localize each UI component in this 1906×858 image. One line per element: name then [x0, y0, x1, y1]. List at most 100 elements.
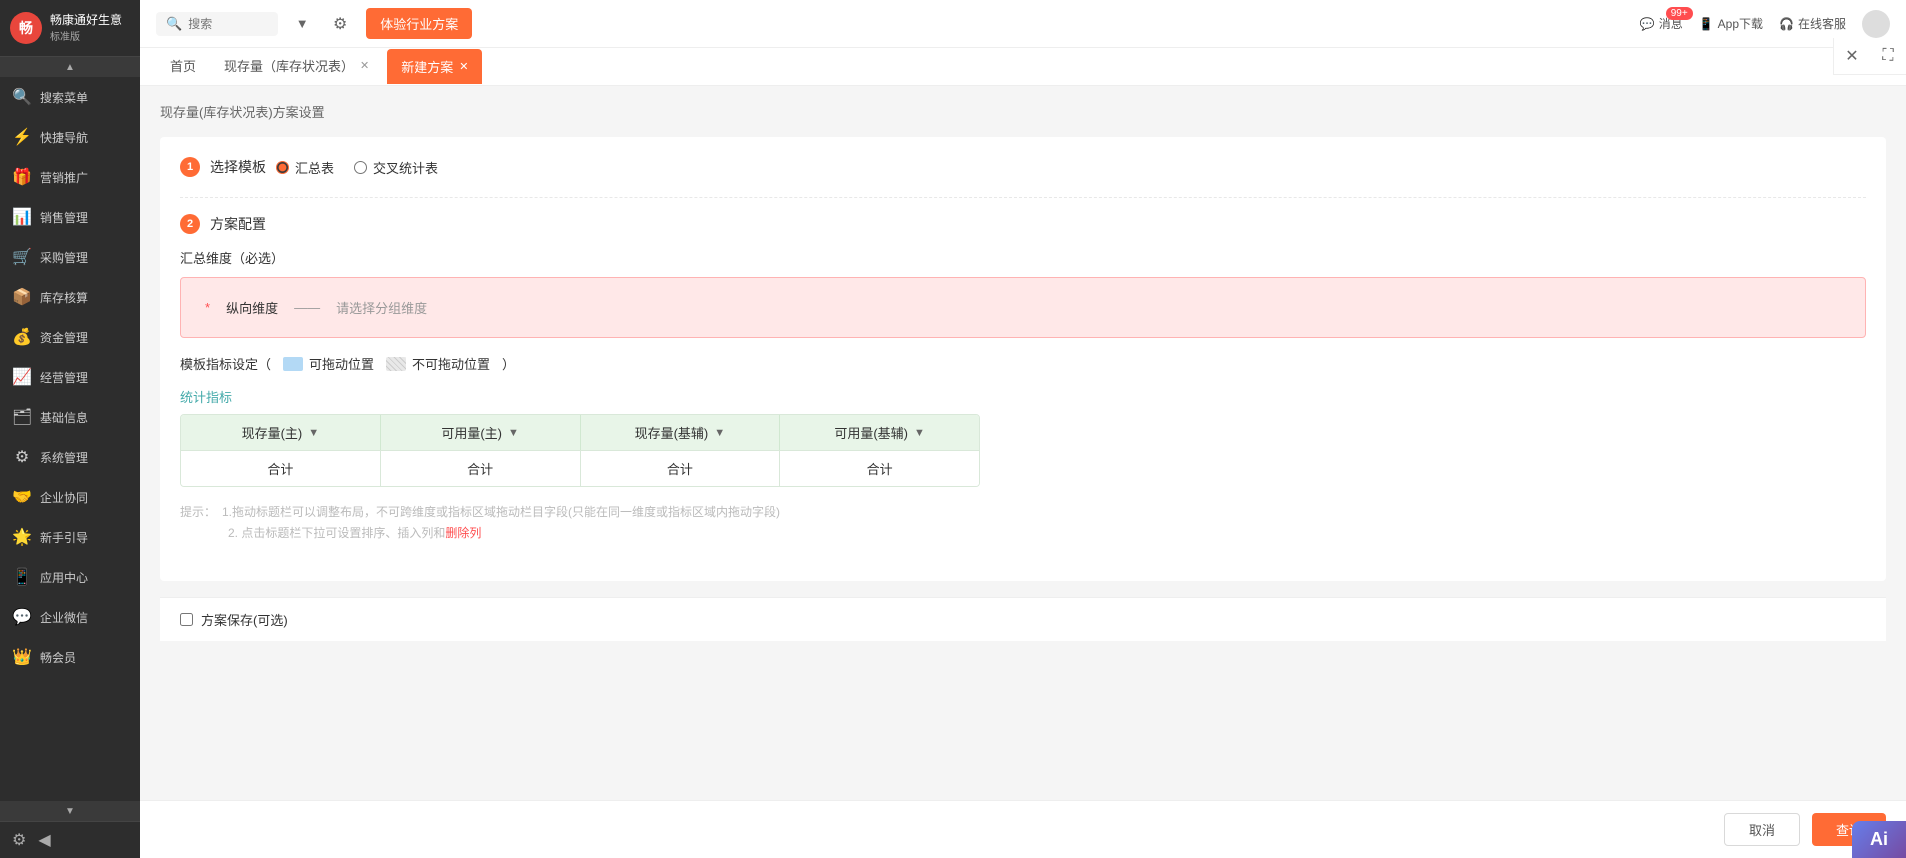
- tips-section: 提示： 1.拖动标题栏可以调整布局，不可跨维度或指标区域拖动栏目字段(只能在同一…: [180, 503, 1866, 541]
- save-checkbox-row: 方案保存(可选): [160, 597, 1886, 641]
- message-icon: 💬: [1640, 17, 1655, 31]
- stats-table: 现存量(主)▼可用量(主)▼现存量(基辅)▼可用量(基辅)▼ 合计合计合计合计: [180, 414, 980, 487]
- messages-btn[interactable]: 💬 消息 99+: [1640, 15, 1683, 32]
- save-checkbox[interactable]: [180, 613, 193, 626]
- step2-header: 2 方案配置: [180, 214, 1866, 234]
- indicator-prefix: 模板指标设定（: [180, 354, 271, 373]
- step1-header: 1 选择模板 汇总表 交叉统计表: [180, 157, 1866, 177]
- search-icon: 🔍: [166, 16, 182, 32]
- step1-badge: 1: [180, 157, 200, 177]
- sidebar: 畅 畅康通好生意 标准版 ▲ 🔍搜索菜单⚡快捷导航🎁营销推广📊销售管理🛒采购管理…: [0, 0, 140, 858]
- content-area: 现存量(库存状况表)方案设置 1 选择模板 汇总表交叉统计表 2 方案配置 汇总…: [140, 86, 1906, 800]
- fixed-indicator: 不可拖动位置: [386, 354, 490, 373]
- required-mark: *: [205, 300, 210, 315]
- sidebar-nav: 🔍搜索菜单⚡快捷导航🎁营销推广📊销售管理🛒采购管理📦库存核算💰资金管理📈经营管理…: [0, 77, 140, 801]
- sidebar-item-marketing[interactable]: 🎁营销推广: [0, 157, 140, 197]
- tip2: 2. 点击标题栏下拉可设置排序、插入列和删除列: [180, 524, 1866, 541]
- stats-col-可用量(主)[interactable]: 可用量(主)▼: [381, 415, 581, 450]
- ai-badge[interactable]: Ai: [1852, 821, 1906, 858]
- search-box[interactable]: 🔍: [156, 12, 278, 36]
- tab-close-2[interactable]: ✕: [459, 60, 468, 73]
- radio-summary[interactable]: 汇总表: [276, 158, 334, 177]
- step1-title: 选择模板: [210, 157, 266, 177]
- tip1: 提示： 1.拖动标题栏可以调整布局，不可跨维度或指标区域拖动栏目字段(只能在同一…: [180, 503, 1866, 520]
- sidebar-scroll-down[interactable]: ▼: [0, 801, 140, 821]
- stats-cell-可用量(主): 合计: [381, 451, 581, 486]
- operation-icon: 📈: [12, 367, 32, 387]
- col-dropdown[interactable]: ▼: [308, 427, 319, 439]
- sidebar-item-purchase[interactable]: 🛒采购管理: [0, 237, 140, 277]
- fixed-box: [386, 357, 406, 371]
- sidebar-item-sales[interactable]: 📊销售管理: [0, 197, 140, 237]
- topbar: 🔍 ▼ ⚙ 体验行业方案 💬 消息 99+ 📱 App下载 🎧 在线客服: [140, 0, 1906, 48]
- sidebar-item-base-info[interactable]: 🗂基础信息: [0, 397, 140, 437]
- window-close-btn[interactable]: ✕: [1834, 38, 1870, 74]
- sidebar-item-guide[interactable]: 🌟新手引导: [0, 517, 140, 557]
- stats-col-现存量(基辅)[interactable]: 现存量(基辅)▼: [581, 415, 781, 450]
- user-avatar[interactable]: [1862, 10, 1890, 38]
- topbar-settings-btn[interactable]: ⚙: [326, 10, 354, 38]
- sidebar-item-cooperation[interactable]: 🤝企业协同: [0, 477, 140, 517]
- stats-label: 统计指标: [180, 387, 1866, 406]
- online-service-btn[interactable]: 🎧 在线客服: [1779, 15, 1846, 32]
- dimension-label: 汇总维度（必选）: [180, 248, 1866, 267]
- stats-cell-可用量(基辅): 合计: [780, 451, 979, 486]
- headset-icon: 🎧: [1779, 17, 1794, 31]
- base-info-icon: 🗂: [12, 407, 32, 427]
- member-icon: 👑: [12, 647, 32, 667]
- dropdown-btn[interactable]: ▼: [290, 12, 314, 36]
- sidebar-item-search-menu[interactable]: 🔍搜索菜单: [0, 77, 140, 117]
- stats-header: 现存量(主)▼可用量(主)▼现存量(基辅)▼可用量(基辅)▼: [181, 415, 979, 450]
- movable-label: 可拖动位置: [309, 354, 374, 373]
- logo-icon: 畅: [10, 12, 42, 44]
- app-center-icon: 📱: [12, 567, 32, 587]
- logo-text: 畅康通好生意 标准版: [50, 13, 122, 44]
- settings-panel: 1 选择模板 汇总表 交叉统计表 2 方案配置 汇总维度（必选） * 纵向维度: [160, 137, 1886, 581]
- dimension-placeholder[interactable]: 请选择分组维度: [336, 298, 427, 317]
- sidebar-item-operation[interactable]: 📈经营管理: [0, 357, 140, 397]
- cancel-button[interactable]: 取消: [1724, 813, 1800, 846]
- window-expand-btn[interactable]: ⛶: [1870, 38, 1906, 74]
- dimension-dash: ——: [294, 300, 320, 315]
- dimension-box: * 纵向维度 —— 请选择分组维度: [180, 277, 1866, 338]
- stats-col-现存量(主)[interactable]: 现存量(主)▼: [181, 415, 381, 450]
- tab-2[interactable]: 新建方案✕: [387, 49, 482, 84]
- sidebar-item-app-center[interactable]: 📱应用中心: [0, 557, 140, 597]
- app-download-btn[interactable]: 📱 App下载: [1699, 15, 1763, 32]
- stats-row: 合计合计合计合计: [181, 450, 979, 486]
- main-area: 🔍 ▼ ⚙ 体验行业方案 💬 消息 99+ 📱 App下载 🎧 在线客服: [140, 0, 1906, 858]
- dimension-name: 纵向维度: [226, 298, 278, 317]
- phone-icon: 📱: [1699, 17, 1714, 31]
- settings-icon[interactable]: ⚙: [12, 830, 26, 850]
- tab-1[interactable]: 现存量（库存状况表）✕: [210, 48, 383, 85]
- inventory-icon: 📦: [12, 287, 32, 307]
- search-input[interactable]: [188, 17, 268, 31]
- sidebar-item-system[interactable]: ⚙系统管理: [0, 437, 140, 477]
- cooperation-icon: 🤝: [12, 487, 32, 507]
- radio-cross[interactable]: 交叉统计表: [354, 158, 438, 177]
- tab-0[interactable]: 首页: [156, 48, 210, 85]
- fixed-label: 不可拖动位置: [412, 354, 490, 373]
- step2-title: 方案配置: [210, 214, 266, 234]
- dimension-row: * 纵向维度 —— 请选择分组维度: [205, 298, 1841, 317]
- sidebar-item-finance[interactable]: 💰资金管理: [0, 317, 140, 357]
- col-dropdown[interactable]: ▼: [508, 427, 519, 439]
- tab-close-1[interactable]: ✕: [360, 59, 369, 72]
- sidebar-item-wechat[interactable]: 💬企业微信: [0, 597, 140, 637]
- sidebar-scroll-up[interactable]: ▲: [0, 57, 140, 77]
- tabs-bar: ✕ ⛶ 首页现存量（库存状况表）✕新建方案✕: [140, 48, 1906, 86]
- sidebar-logo: 畅 畅康通好生意 标准版: [0, 0, 140, 57]
- step1-section: 1 选择模板 汇总表 交叉统计表: [180, 157, 1866, 177]
- stats-col-可用量(基辅)[interactable]: 可用量(基辅)▼: [780, 415, 979, 450]
- save-label: 方案保存(可选): [201, 610, 288, 629]
- sidebar-item-inventory[interactable]: 📦库存核算: [0, 277, 140, 317]
- trial-btn[interactable]: 体验行业方案: [366, 8, 472, 39]
- collapse-icon[interactable]: ◀: [38, 830, 50, 850]
- col-dropdown[interactable]: ▼: [714, 427, 725, 439]
- step2-badge: 2: [180, 214, 200, 234]
- stats-cell-现存量(基辅): 合计: [581, 451, 781, 486]
- sidebar-item-quick-nav[interactable]: ⚡快捷导航: [0, 117, 140, 157]
- sidebar-bottom: ⚙ ◀: [0, 821, 140, 858]
- sidebar-item-member[interactable]: 👑畅会员: [0, 637, 140, 677]
- col-dropdown[interactable]: ▼: [914, 427, 925, 439]
